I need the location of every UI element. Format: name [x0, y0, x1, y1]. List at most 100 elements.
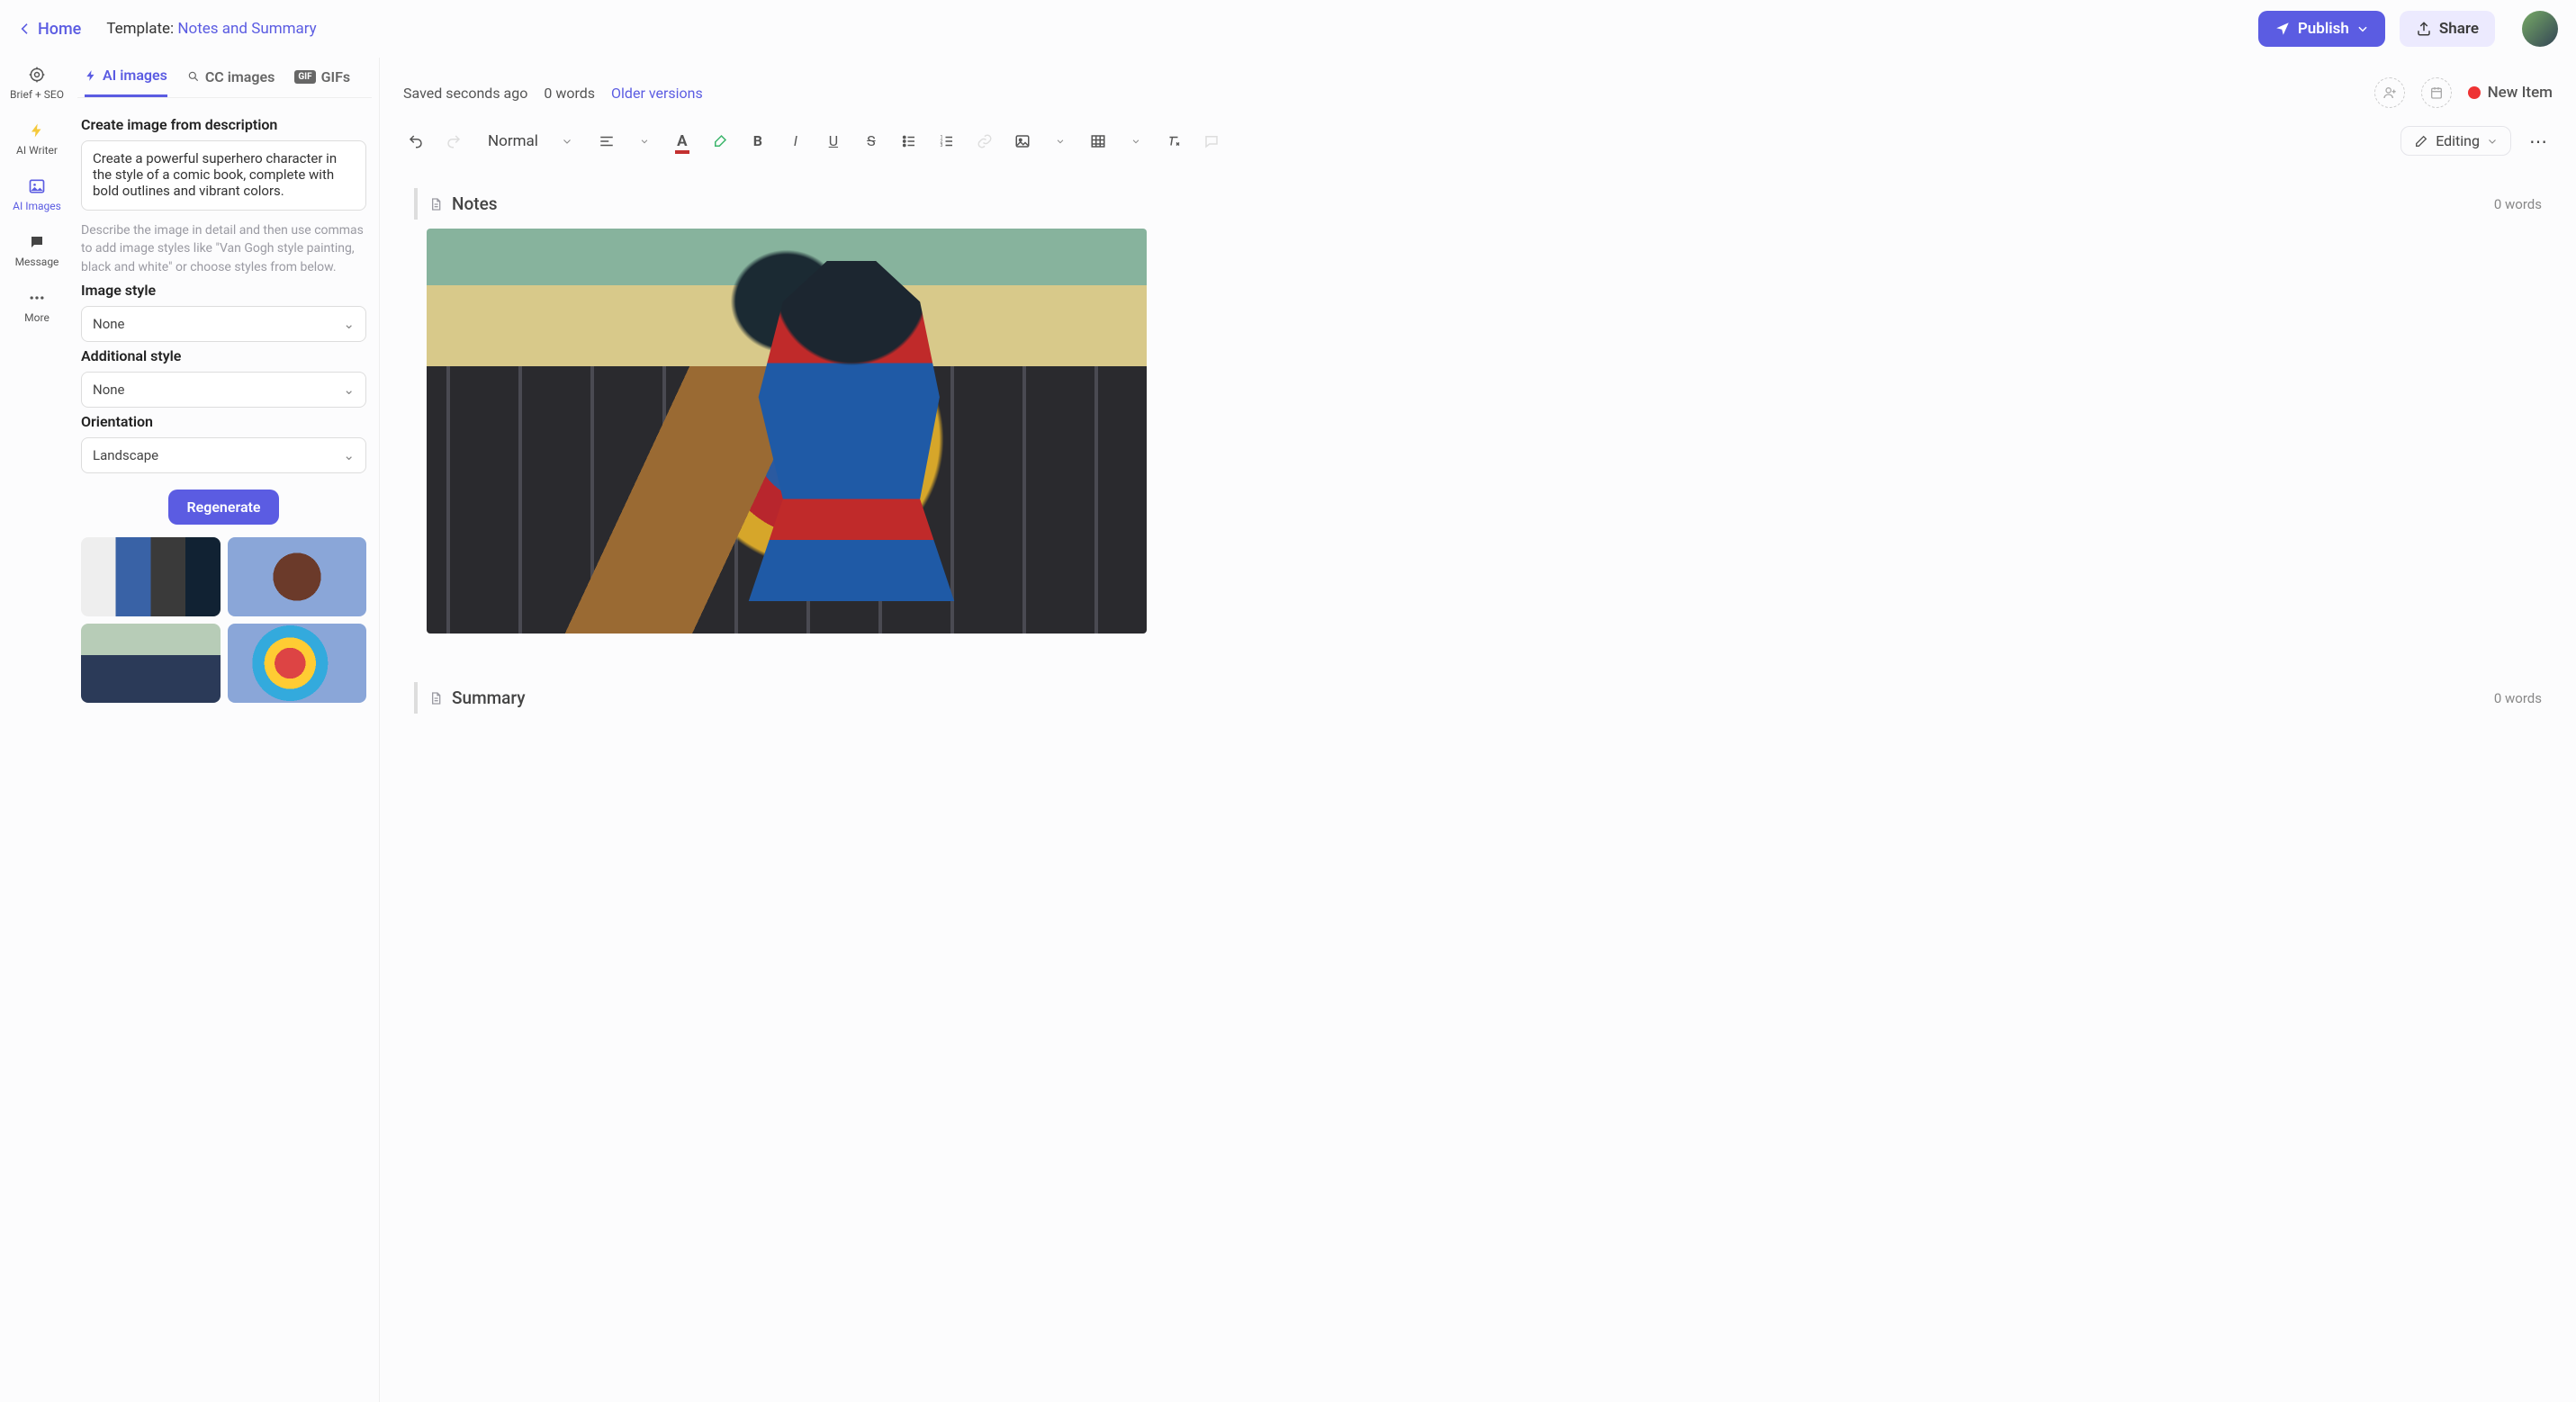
text-style-value: Normal: [488, 132, 538, 150]
orientation-label: Orientation: [81, 413, 366, 430]
image-icon: [1014, 133, 1031, 149]
numbered-list-button[interactable]: 123: [934, 129, 959, 154]
new-item-label: New Item: [2488, 84, 2553, 102]
mode-editing-button[interactable]: Editing: [2400, 126, 2511, 156]
chevron-down-icon: ⌄: [343, 447, 355, 463]
description-hint: Describe the image in detail and then us…: [81, 221, 366, 276]
underline-button[interactable]: U: [821, 129, 846, 154]
thumbnail-3[interactable]: [81, 624, 221, 703]
collapse-panel-handle[interactable]: [379, 67, 380, 106]
word-count-top: 0 words: [544, 85, 595, 102]
pencil-icon: [2414, 134, 2428, 148]
publish-button[interactable]: Publish: [2258, 11, 2385, 47]
text-style-select[interactable]: Normal: [479, 129, 581, 154]
highlight-button[interactable]: [707, 129, 733, 154]
undo-button[interactable]: [403, 129, 428, 154]
thumbnail-2[interactable]: [228, 537, 367, 616]
section-notes-title: Notes: [452, 193, 498, 214]
thumbnail-grid: [81, 537, 366, 703]
rail-ai-images[interactable]: AI Images: [13, 176, 61, 212]
rail-label: AI Images: [13, 200, 61, 212]
underline-icon: U: [829, 132, 838, 149]
calendar-icon: [2429, 85, 2444, 100]
insert-table-more[interactable]: [1123, 129, 1148, 154]
chevron-left-icon: [18, 22, 32, 36]
older-versions-link[interactable]: Older versions: [611, 85, 703, 102]
rail-label: Brief + SEO: [10, 88, 64, 101]
target-icon: [27, 65, 47, 85]
chevron-down-icon: [2356, 22, 2369, 35]
toolbar-more-button[interactable]: ⋯: [2524, 130, 2553, 152]
tab-cc-images[interactable]: CC images: [187, 67, 275, 97]
numbered-list-icon: 123: [939, 133, 955, 149]
rail-label: Message: [15, 256, 59, 268]
template-link[interactable]: Notes and Summary: [177, 20, 316, 38]
text-color-button[interactable]: A: [670, 129, 695, 154]
redo-button[interactable]: [441, 129, 466, 154]
chevron-down-icon: [562, 136, 572, 147]
strike-button[interactable]: S: [859, 129, 884, 154]
create-image-label: Create image from description: [81, 116, 366, 133]
user-plus-icon: [2382, 85, 2397, 100]
redo-icon: [446, 133, 462, 149]
rail-ai-writer[interactable]: AI Writer: [16, 121, 58, 157]
share-button[interactable]: Share: [2400, 11, 2495, 47]
insert-image-more[interactable]: [1048, 129, 1073, 154]
clear-format-button[interactable]: [1161, 129, 1186, 154]
orientation-select[interactable]: Landscape ⌄: [81, 437, 366, 473]
link-button[interactable]: [972, 129, 997, 154]
panel-tabs: AI images CC images GIF GIFs: [77, 58, 372, 98]
image-icon: [27, 176, 47, 196]
thumbnail-1[interactable]: [81, 537, 221, 616]
insert-table-button[interactable]: [1085, 129, 1111, 154]
document-icon: [428, 691, 443, 705]
align-left-icon: [599, 133, 615, 149]
additional-style-select[interactable]: None ⌄: [81, 372, 366, 408]
chevron-down-icon: [2487, 136, 2498, 147]
image-description-input[interactable]: [81, 140, 366, 211]
section-notes-wordcount: 0 words: [2494, 196, 2542, 212]
section-notes-header: Notes 0 words: [414, 188, 2542, 220]
svg-text:3: 3: [940, 143, 942, 148]
rail-message[interactable]: Message: [15, 232, 59, 268]
highlight-icon: [712, 133, 728, 149]
chevron-down-icon: ⌄: [343, 382, 355, 398]
home-link[interactable]: Home: [18, 20, 81, 39]
insert-image-button[interactable]: [1010, 129, 1035, 154]
rail-more[interactable]: More: [24, 288, 50, 324]
editor-toolbar: Normal A B I U S 123 Editing: [380, 117, 2576, 168]
chevron-down-icon: [1056, 137, 1065, 146]
section-summary-header: Summary 0 words: [414, 682, 2542, 714]
avatar[interactable]: [2522, 11, 2558, 47]
generated-image[interactable]: [427, 229, 1147, 634]
add-collaborator-button[interactable]: [2374, 77, 2405, 108]
regenerate-button[interactable]: Regenerate: [168, 490, 278, 525]
calendar-button[interactable]: [2421, 77, 2452, 108]
comment-button[interactable]: [1199, 129, 1224, 154]
align-button[interactable]: [594, 129, 619, 154]
tab-ai-images[interactable]: AI images: [85, 67, 167, 97]
search-icon: [187, 70, 200, 83]
bold-button[interactable]: B: [745, 129, 770, 154]
document-area[interactable]: Notes 0 words Summary 0 words: [380, 168, 2576, 759]
share-label: Share: [2439, 20, 2479, 38]
editor-column: Saved seconds ago 0 words Older versions…: [380, 58, 2576, 1402]
template-info: Template: Notes and Summary: [106, 20, 316, 38]
italic-icon: I: [794, 132, 797, 149]
link-icon: [977, 133, 993, 149]
thumbnail-4[interactable]: [228, 624, 367, 703]
gif-icon: GIF: [294, 70, 315, 84]
align-more-button[interactable]: [632, 129, 657, 154]
home-label: Home: [38, 20, 81, 39]
comment-icon: [1203, 133, 1220, 149]
additional-style-label: Additional style: [81, 347, 366, 364]
tab-gifs[interactable]: GIF GIFs: [294, 67, 350, 97]
new-item-status[interactable]: New Item: [2468, 84, 2553, 102]
italic-button[interactable]: I: [783, 129, 808, 154]
image-style-select[interactable]: None ⌄: [81, 306, 366, 342]
bullet-list-button[interactable]: [896, 129, 922, 154]
top-bar: Home Template: Notes and Summary Publish…: [0, 0, 2576, 58]
chevron-down-icon: [1131, 137, 1140, 146]
bold-icon: B: [753, 132, 762, 149]
rail-brief-seo[interactable]: Brief + SEO: [10, 65, 64, 101]
